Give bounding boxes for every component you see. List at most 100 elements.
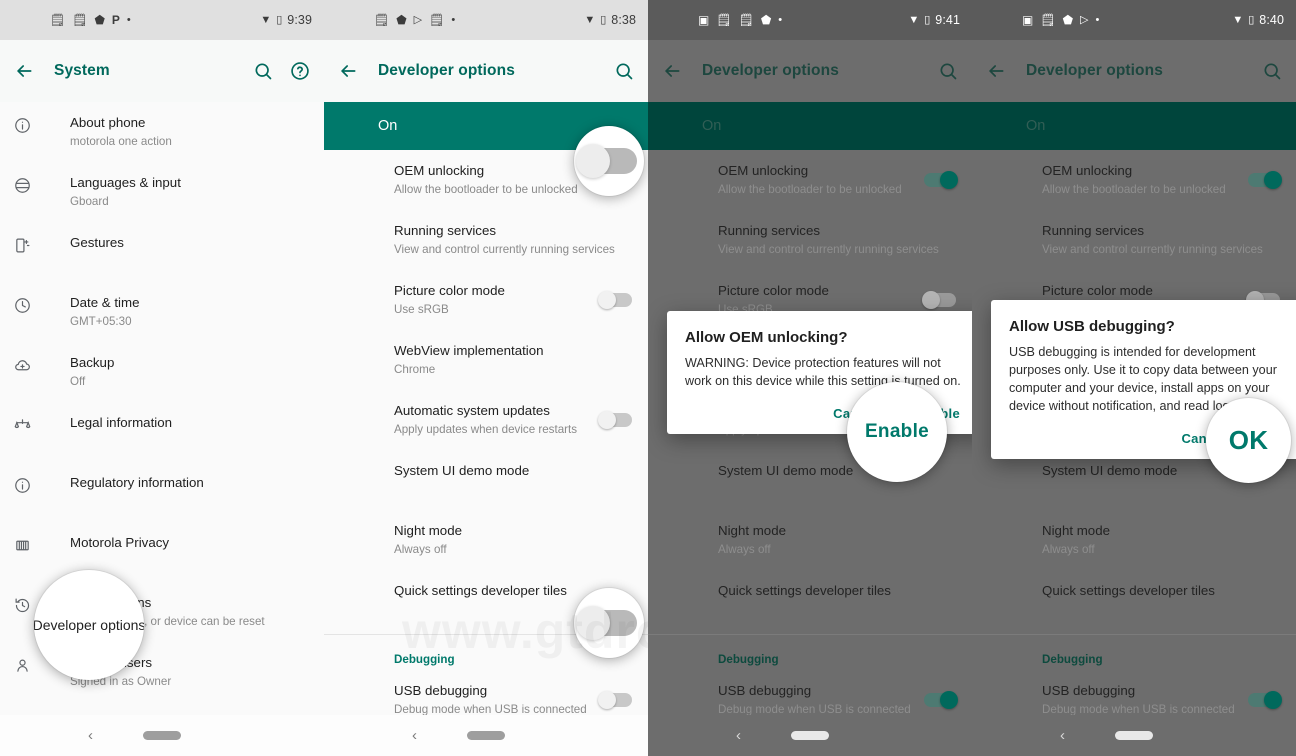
back-arrow-icon[interactable] bbox=[662, 61, 682, 81]
oem-unlocking-toggle[interactable] bbox=[1248, 171, 1282, 189]
list-item-quick-settings-developer-tiles[interactable]: Quick settings developer tiles bbox=[648, 570, 972, 630]
section-divider bbox=[648, 634, 972, 635]
list-item-title: Running services bbox=[394, 223, 496, 238]
shield-icon: ⬟ bbox=[396, 13, 407, 27]
gestures-icon bbox=[14, 235, 44, 254]
back-arrow-icon[interactable] bbox=[14, 61, 34, 81]
usb-debugging-toggle[interactable] bbox=[598, 691, 632, 709]
list-item-motorola-privacy[interactable]: Motorola Privacy bbox=[0, 522, 324, 582]
list-item-running-services[interactable]: Running services View and control current… bbox=[324, 210, 648, 270]
list-item-night-mode[interactable]: Night mode Always off bbox=[972, 510, 1296, 570]
navigation-bar: ‹ bbox=[324, 715, 648, 756]
nav-back-icon[interactable]: ‹ bbox=[88, 727, 93, 744]
master-switch-label: On bbox=[1026, 118, 1046, 134]
more-dot-icon: • bbox=[1095, 13, 1100, 26]
usb-debugging-toggle[interactable] bbox=[1248, 691, 1282, 709]
nav-home-pill[interactable] bbox=[143, 731, 181, 740]
nav-back-icon[interactable]: ‹ bbox=[1060, 727, 1065, 744]
play-icon: ▷ bbox=[413, 13, 423, 26]
list-item-date-time[interactable]: Date & time GMT+05:30 bbox=[0, 282, 324, 342]
shield-icon: ⬟ bbox=[94, 13, 105, 27]
list-item-title: About phone bbox=[70, 115, 146, 130]
list-item-subtitle: View and control currently running servi… bbox=[718, 242, 939, 256]
usb-debugging-toggle[interactable] bbox=[924, 691, 958, 709]
wifi-icon: ▼ bbox=[1232, 13, 1244, 26]
status-bar: ▣ 🗒 ⬟ ▷ • ▼ ▯ 8:40 bbox=[972, 0, 1296, 40]
nav-home-pill[interactable] bbox=[467, 731, 505, 740]
list-item-oem-unlocking[interactable]: OEM unlocking Allow the bootloader to be … bbox=[648, 150, 972, 210]
toolbar-actions bbox=[938, 61, 958, 81]
list-item-subtitle: motorola one action bbox=[70, 134, 172, 148]
panel-system-settings: 🗒 🗒 ⬟ P • ▼ ▯ 9:39 System About phone mo… bbox=[0, 0, 324, 756]
list-item-backup[interactable]: Backup Off bbox=[0, 342, 324, 402]
oem-unlocking-toggle[interactable] bbox=[924, 171, 958, 189]
list-item-title: Gestures bbox=[70, 235, 124, 250]
section-header-debugging: Debugging bbox=[718, 653, 779, 666]
list-item-about-phone[interactable]: About phone motorola one action bbox=[0, 102, 324, 162]
search-icon[interactable] bbox=[253, 61, 273, 81]
list-item-subtitle: Always off bbox=[1042, 542, 1095, 556]
list-item-night-mode[interactable]: Night mode Always off bbox=[648, 510, 972, 570]
play-icon: ▷ bbox=[1080, 13, 1089, 26]
back-arrow-icon[interactable] bbox=[338, 61, 358, 81]
list-item-title: Date & time bbox=[70, 295, 140, 310]
nav-home-pill[interactable] bbox=[791, 731, 829, 740]
status-bar: 🗒 ⬟ ▷ 🗒 • ▼ ▯ 8:38 bbox=[324, 0, 648, 40]
status-bar-notification-icons: 🗒 🗒 ⬟ P • bbox=[50, 14, 131, 26]
list-item-night-mode[interactable]: Night mode Always off bbox=[324, 510, 648, 570]
picture-color-mode-toggle[interactable] bbox=[598, 291, 632, 309]
magnifier-oem-unlocking-toggle bbox=[574, 126, 644, 196]
dialog-title: Allow OEM unlocking? bbox=[685, 329, 848, 346]
shield-icon: ⬟ bbox=[1062, 13, 1074, 27]
list-item-oem-unlocking[interactable]: OEM unlocking Allow the bootloader to be … bbox=[972, 150, 1296, 210]
list-item-title: OEM unlocking bbox=[718, 163, 809, 178]
list-item-subtitle: GMT+05:30 bbox=[70, 314, 132, 328]
search-icon[interactable] bbox=[1262, 61, 1282, 81]
info-icon bbox=[14, 115, 44, 134]
nav-back-icon[interactable]: ‹ bbox=[412, 727, 417, 744]
battery-icon: ▯ bbox=[276, 13, 283, 26]
list-item-running-services[interactable]: Running services View and control current… bbox=[972, 210, 1296, 270]
list-item-regulatory-information[interactable]: Regulatory information bbox=[0, 462, 324, 522]
page-title: Developer options bbox=[1026, 62, 1163, 79]
screenshot-icon: 🗒 bbox=[429, 13, 445, 27]
list-item-picture-color-mode[interactable]: Picture color modeUse sRGB bbox=[324, 270, 648, 330]
battery-icon: ▯ bbox=[924, 13, 931, 26]
list-item-subtitle: Allow the bootloader to be unlocked bbox=[1042, 182, 1226, 196]
search-icon[interactable] bbox=[938, 61, 958, 81]
list-item-system-ui-demo-mode[interactable]: System UI demo mode bbox=[324, 450, 648, 510]
panel-developer-options-light: 🗒 ⬟ ▷ 🗒 • ▼ ▯ 8:38 Developer options On … bbox=[324, 0, 648, 756]
list-item-webview-implementation[interactable]: WebView implementation Chrome bbox=[324, 330, 648, 390]
list-item-subtitle: View and control currently running servi… bbox=[1042, 242, 1263, 256]
toolbar-actions bbox=[614, 61, 634, 81]
nav-home-pill[interactable] bbox=[1115, 731, 1153, 740]
list-item-title: Quick settings developer tiles bbox=[718, 583, 891, 598]
magnifier-label: Developer options bbox=[34, 617, 144, 633]
list-item-quick-settings-developer-tiles[interactable]: Quick settings developer tiles bbox=[972, 570, 1296, 630]
automatic-system-updates-toggle[interactable] bbox=[598, 411, 632, 429]
developer-options-master-switch-row[interactable]: On bbox=[972, 102, 1296, 387]
person-icon bbox=[14, 655, 44, 674]
list-item-running-services[interactable]: Running services View and control current… bbox=[648, 210, 972, 270]
screenshot-icon: 🗒 bbox=[72, 13, 88, 27]
list-item-automatic-system-updates[interactable]: Automatic system updatesApply updates wh… bbox=[324, 390, 648, 450]
parking-icon: P bbox=[111, 13, 120, 27]
developer-options-master-switch-row[interactable]: On bbox=[648, 102, 972, 387]
magnified-toggle-off bbox=[576, 606, 637, 640]
list-item-languages-input[interactable]: Languages & input Gboard bbox=[0, 162, 324, 222]
list-item-legal-information[interactable]: Legal information bbox=[0, 402, 324, 462]
toolbar-actions bbox=[253, 61, 310, 81]
section-divider bbox=[972, 634, 1296, 635]
search-icon[interactable] bbox=[614, 61, 634, 81]
status-bar-notification-icons: ▣ 🗒 ⬟ ▷ • bbox=[1022, 14, 1099, 26]
nav-back-icon[interactable]: ‹ bbox=[736, 727, 741, 744]
list-item-gestures[interactable]: Gestures bbox=[0, 222, 324, 282]
list-item-subtitle: Chrome bbox=[394, 362, 436, 376]
help-icon[interactable] bbox=[290, 61, 310, 81]
magnifier-ok-button: OK bbox=[1206, 398, 1291, 483]
back-arrow-icon[interactable] bbox=[986, 61, 1006, 81]
list-item-subtitle: View and control currently running servi… bbox=[394, 242, 615, 256]
navigation-bar: ‹ bbox=[972, 715, 1296, 756]
magnifier-developer-options: Developer options bbox=[34, 570, 144, 680]
picture-color-mode-toggle[interactable] bbox=[922, 291, 956, 309]
